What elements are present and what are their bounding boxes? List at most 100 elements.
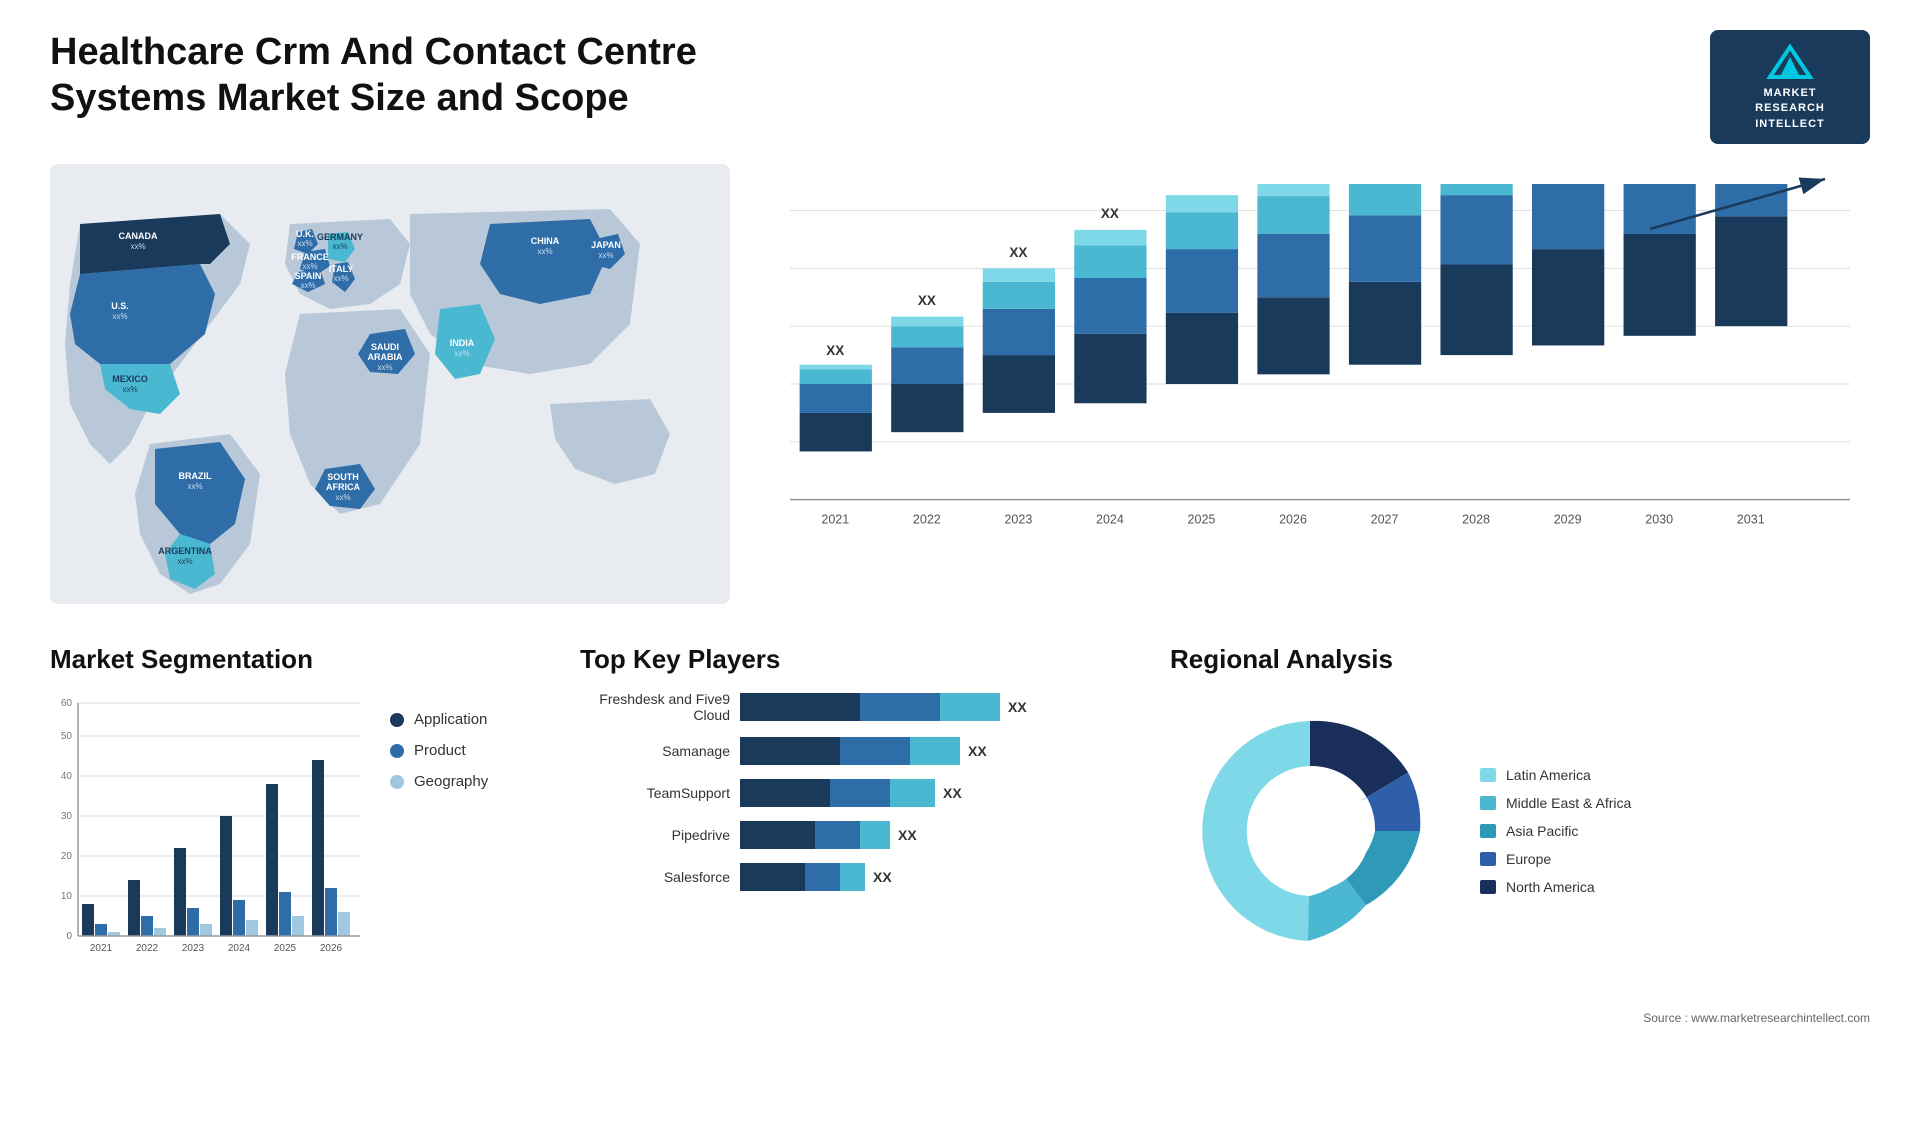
logo-area: MARKETRESEARCHINTELLECT [1710, 30, 1870, 144]
trend-arrow [1640, 174, 1840, 234]
bar-seg1 [740, 737, 840, 765]
svg-text:xx%: xx% [302, 262, 317, 271]
regional-title: Regional Analysis [1170, 644, 1870, 675]
svg-text:xx%: xx% [300, 281, 315, 290]
north-america-label: North America [1506, 879, 1595, 895]
svg-text:XX: XX [1009, 245, 1027, 260]
player-xx-samanage: XX [968, 743, 987, 759]
svg-text:INDIA: INDIA [450, 338, 475, 348]
svg-text:xx%: xx% [537, 247, 552, 256]
player-bar-track: XX [740, 863, 892, 891]
svg-text:xx%: xx% [454, 349, 469, 358]
svg-text:xx%: xx% [177, 557, 192, 566]
legend-latin-america: Latin America [1480, 767, 1631, 783]
svg-text:xx%: xx% [598, 251, 613, 260]
players-container: Top Key Players Freshdesk and Five9 Clou… [580, 644, 1140, 905]
player-name-salesforce: Salesforce [580, 869, 730, 885]
header: Healthcare Crm And Contact Centre System… [50, 30, 1870, 144]
player-bar-track: XX [740, 693, 1027, 721]
source-text: Source : www.marketresearchintellect.com [1170, 1011, 1870, 1025]
svg-text:xx%: xx% [335, 493, 350, 502]
geography-dot [390, 775, 404, 789]
svg-text:ARABIA: ARABIA [368, 352, 403, 362]
bar-seg2 [805, 863, 840, 891]
donut-area: Latin America Middle East & Africa Asia … [1170, 691, 1870, 971]
svg-text:xx%: xx% [112, 312, 127, 321]
player-bar-pipedrive [740, 821, 890, 849]
bar-seg1 [740, 779, 830, 807]
player-bar-salesforce [740, 863, 865, 891]
legend-north-america: North America [1480, 879, 1631, 895]
bar-seg3 [940, 693, 1000, 721]
asia-pacific-color [1480, 824, 1496, 838]
svg-text:SPAIN: SPAIN [295, 271, 322, 281]
svg-text:SOUTH: SOUTH [327, 472, 359, 482]
bar-chart-container: XX 2021 XX 2022 XX 2023 [770, 164, 1870, 604]
svg-text:2023: 2023 [182, 943, 205, 954]
svg-text:xx%: xx% [130, 242, 145, 251]
page-container: Healthcare Crm And Contact Centre System… [0, 0, 1920, 1146]
svg-text:2030: 2030 [1645, 513, 1673, 527]
svg-text:2024: 2024 [228, 943, 251, 954]
svg-text:10: 10 [61, 891, 73, 902]
svg-text:xx%: xx% [377, 363, 392, 372]
bar-seg1 [740, 863, 805, 891]
svg-text:2028: 2028 [1462, 513, 1490, 527]
svg-text:xx%: xx% [332, 242, 347, 251]
svg-text:U.K.: U.K. [296, 229, 314, 239]
svg-text:FRANCE: FRANCE [291, 252, 329, 262]
svg-text:xx%: xx% [297, 239, 312, 248]
svg-text:AFRICA: AFRICA [326, 482, 360, 492]
svg-text:30: 30 [61, 811, 73, 822]
bar-seg3 [910, 737, 960, 765]
europe-label: Europe [1506, 851, 1551, 867]
donut-chart [1170, 691, 1450, 971]
svg-text:2024: 2024 [1096, 513, 1124, 527]
svg-text:ARGENTINA: ARGENTINA [158, 546, 212, 556]
player-name-freshdesk: Freshdesk and Five9 Cloud [580, 691, 730, 723]
bar-seg2 [860, 693, 940, 721]
svg-text:xx%: xx% [187, 482, 202, 491]
player-name-pipedrive: Pipedrive [580, 827, 730, 843]
segmentation-container: Market Segmentation 0 10 20 30 40 50 60 [50, 644, 550, 991]
svg-text:XX: XX [1192, 184, 1210, 187]
svg-text:CANADA: CANADA [119, 231, 158, 241]
svg-text:xx%: xx% [333, 274, 348, 283]
svg-text:SAUDI: SAUDI [371, 342, 399, 352]
svg-text:2027: 2027 [1371, 513, 1399, 527]
player-name-teamsupport: TeamSupport [580, 785, 730, 801]
player-row: Freshdesk and Five9 Cloud XX [580, 691, 1140, 723]
svg-text:60: 60 [61, 698, 73, 709]
map-container: CANADA xx% U.S. xx% MEXICO xx% BRAZIL xx… [50, 164, 730, 604]
bar-seg1 [740, 821, 815, 849]
asia-pacific-label: Asia Pacific [1506, 823, 1578, 839]
svg-text:ITALY: ITALY [329, 264, 354, 274]
player-bar-freshdesk [740, 693, 1000, 721]
player-xx-salesforce: XX [873, 869, 892, 885]
product-dot [390, 744, 404, 758]
middle-east-color [1480, 796, 1496, 810]
svg-text:2025: 2025 [1188, 513, 1216, 527]
svg-text:U.S.: U.S. [111, 301, 129, 311]
europe-color [1480, 852, 1496, 866]
svg-text:2021: 2021 [821, 513, 849, 527]
north-america-color [1480, 880, 1496, 894]
bar-seg3 [840, 863, 865, 891]
seg-legend-application: Application [390, 711, 488, 728]
svg-text:BRAZIL: BRAZIL [179, 471, 212, 481]
bar-seg2 [830, 779, 890, 807]
bar-seg2 [840, 737, 910, 765]
bar-seg3 [890, 779, 935, 807]
player-xx-teamsupport: XX [943, 785, 962, 801]
player-row: TeamSupport XX [580, 779, 1140, 807]
product-label: Product [414, 742, 466, 759]
donut-legend: Latin America Middle East & Africa Asia … [1480, 767, 1631, 895]
page-title: Healthcare Crm And Contact Centre System… [50, 30, 750, 121]
player-row: Pipedrive XX [580, 821, 1140, 849]
svg-text:2031: 2031 [1737, 513, 1765, 527]
player-bar-track: XX [740, 779, 962, 807]
bar-seg2 [815, 821, 860, 849]
svg-text:JAPAN: JAPAN [591, 240, 621, 250]
top-section: CANADA xx% U.S. xx% MEXICO xx% BRAZIL xx… [50, 164, 1870, 604]
legend-middle-east: Middle East & Africa [1480, 795, 1631, 811]
